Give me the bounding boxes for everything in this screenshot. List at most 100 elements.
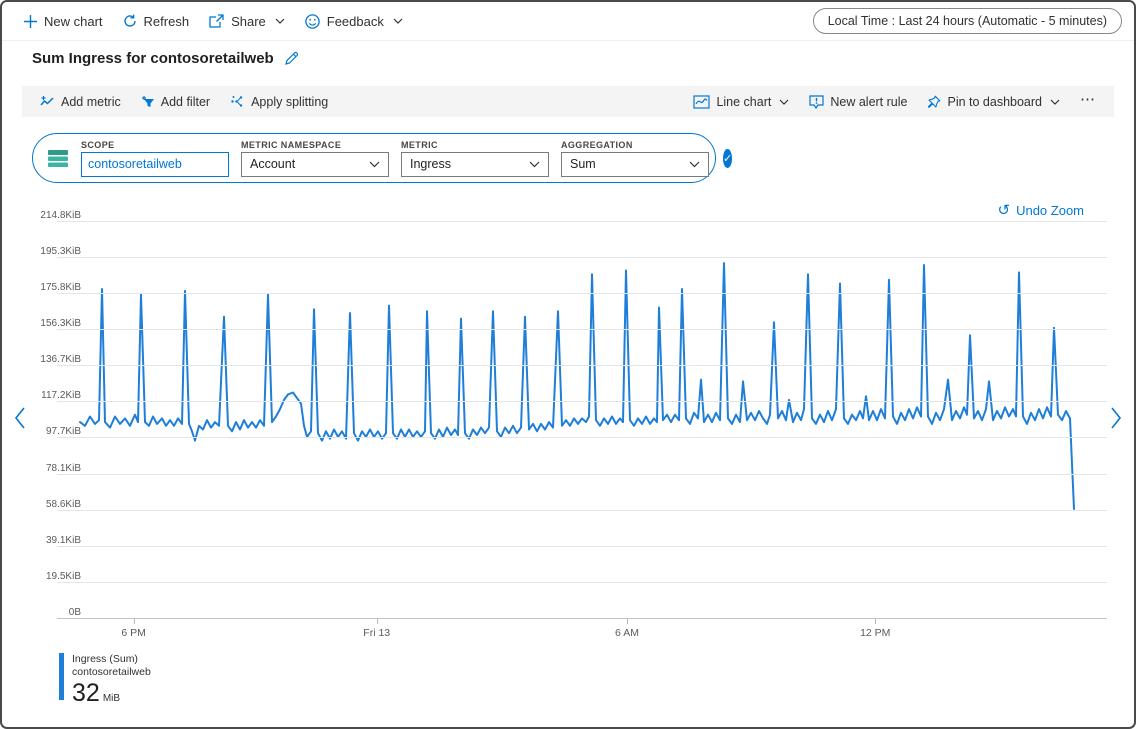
chart-type-label: Line chart — [716, 95, 771, 109]
x-axis-tick — [875, 619, 876, 624]
pin-to-dashboard-label: Pin to dashboard — [947, 95, 1042, 109]
apply-splitting-button[interactable]: Apply splitting — [220, 90, 338, 114]
alert-rule-icon — [809, 95, 824, 109]
gridline — [57, 582, 1107, 583]
chart-title-row: Sum Ingress for contosoretailweb — [32, 50, 299, 67]
y-axis-label: 214.8KiB — [21, 210, 81, 221]
chart-plot-area: 214.8KiB195.3KiB175.8KiB156.3KiB136.7KiB… — [47, 216, 1109, 656]
namespace-dropdown[interactable]: Account — [241, 152, 389, 177]
add-filter-button[interactable]: Add filter — [131, 90, 220, 114]
new-chart-button[interactable]: New chart — [14, 8, 113, 35]
x-axis-label: Fri 13 — [363, 627, 390, 639]
chevron-down-icon — [529, 161, 540, 168]
metric-dropdown[interactable]: Ingress — [401, 152, 549, 177]
legend-item-ingress[interactable]: Ingress (Sum) contosoretailweb 32MiB — [59, 653, 151, 712]
gridline — [57, 257, 1107, 258]
feedback-button[interactable]: Feedback — [295, 8, 413, 35]
metric-label: METRIC — [401, 140, 549, 150]
plus-icon — [24, 15, 37, 28]
legend-unit: MiB — [103, 693, 120, 704]
legend-metric-name: Ingress (Sum) — [72, 653, 151, 666]
namespace-field: METRIC NAMESPACE Account — [241, 140, 389, 177]
ingress-series-line — [80, 263, 1074, 509]
y-axis-label: 156.3KiB — [21, 318, 81, 329]
chart-toolbar: Add metric Add filter Apply splitting Li… — [22, 86, 1114, 117]
aggregation-dropdown[interactable]: Sum — [561, 152, 709, 177]
chevron-down-icon — [1050, 99, 1060, 105]
y-axis-label: 19.5KiB — [21, 571, 81, 582]
y-axis-label: 195.3KiB — [21, 246, 81, 257]
chevron-down-icon — [779, 99, 789, 105]
pan-left-button[interactable] — [10, 405, 30, 431]
gridline — [57, 329, 1107, 330]
y-axis-label: 117.2KiB — [21, 390, 81, 401]
new-alert-rule-button[interactable]: New alert rule — [799, 90, 917, 114]
line-chart-icon — [693, 95, 710, 109]
chevron-down-icon — [369, 161, 380, 168]
x-axis-label: 6 AM — [615, 627, 639, 639]
apply-splitting-label: Apply splitting — [251, 95, 328, 109]
y-axis-label: 175.8KiB — [21, 282, 81, 293]
pan-right-button[interactable] — [1106, 405, 1126, 431]
smiley-icon — [305, 14, 320, 29]
gridline — [57, 474, 1107, 475]
y-axis-label: 58.6KiB — [21, 499, 81, 510]
metric-field: METRIC Ingress — [401, 140, 549, 177]
y-axis-label: 0B — [21, 607, 81, 618]
gridline — [57, 437, 1107, 438]
check-icon: ✓ — [723, 152, 732, 165]
add-metric-label: Add metric — [61, 95, 121, 109]
chart-type-button[interactable]: Line chart — [683, 90, 799, 114]
y-axis-label: 78.1KiB — [21, 463, 81, 474]
scope-input[interactable] — [81, 152, 229, 177]
add-metric-button[interactable]: Add metric — [30, 90, 131, 114]
add-metric-icon — [40, 95, 55, 108]
gridline — [57, 293, 1107, 294]
gridline — [57, 618, 1107, 619]
chevron-down-icon — [689, 161, 700, 168]
edit-pencil-icon[interactable] — [284, 51, 299, 66]
add-filter-icon — [141, 95, 155, 108]
new-alert-rule-label: New alert rule — [830, 95, 907, 109]
time-range-picker[interactable]: Local Time : Last 24 hours (Automatic - … — [813, 8, 1122, 34]
pin-icon — [927, 95, 941, 109]
new-chart-label: New chart — [44, 14, 103, 29]
legend-text: Ingress (Sum) contosoretailweb 32MiB — [72, 653, 151, 712]
feedback-label: Feedback — [327, 14, 384, 29]
y-axis-label: 136.7KiB — [21, 354, 81, 365]
scope-field: SCOPE — [81, 140, 229, 177]
x-axis-tick — [377, 619, 378, 624]
legend-color-bar — [59, 653, 64, 700]
share-label: Share — [231, 14, 266, 29]
legend-resource-name: contosoretailweb — [72, 666, 151, 679]
top-toolbar: New chart Refresh Share Feedback — [2, 2, 1134, 41]
scope-label: SCOPE — [81, 140, 229, 150]
gridline — [57, 365, 1107, 366]
apply-check-button[interactable]: ✓ — [723, 149, 732, 168]
x-axis-label: 6 PM — [121, 627, 146, 639]
gridline — [57, 221, 1107, 222]
refresh-button[interactable]: Refresh — [113, 8, 200, 35]
metrics-explorer-window: New chart Refresh Share Feedback — [0, 0, 1136, 729]
x-axis-label: 12 PM — [860, 627, 890, 639]
share-button[interactable]: Share — [199, 8, 295, 35]
metric-value: Ingress — [410, 157, 451, 171]
add-filter-label: Add filter — [161, 95, 210, 109]
x-axis-tick — [627, 619, 628, 624]
more-options-button[interactable]: ⋯ — [1070, 88, 1106, 116]
namespace-label: METRIC NAMESPACE — [241, 140, 389, 150]
chevron-down-icon — [393, 18, 403, 24]
share-icon — [209, 14, 224, 28]
x-axis-tick — [134, 619, 135, 624]
storage-account-icon — [47, 149, 69, 168]
pin-to-dashboard-button[interactable]: Pin to dashboard — [917, 90, 1070, 114]
metric-selector-pill: SCOPE METRIC NAMESPACE Account METRIC In… — [32, 133, 716, 183]
metric-line-chart[interactable] — [77, 221, 1107, 618]
legend-total-value: 32MiB — [72, 680, 151, 712]
gridline — [57, 546, 1107, 547]
gridline — [57, 510, 1107, 511]
refresh-label: Refresh — [144, 14, 190, 29]
namespace-value: Account — [250, 157, 295, 171]
chevron-down-icon — [275, 18, 285, 24]
gridline — [57, 401, 1107, 402]
